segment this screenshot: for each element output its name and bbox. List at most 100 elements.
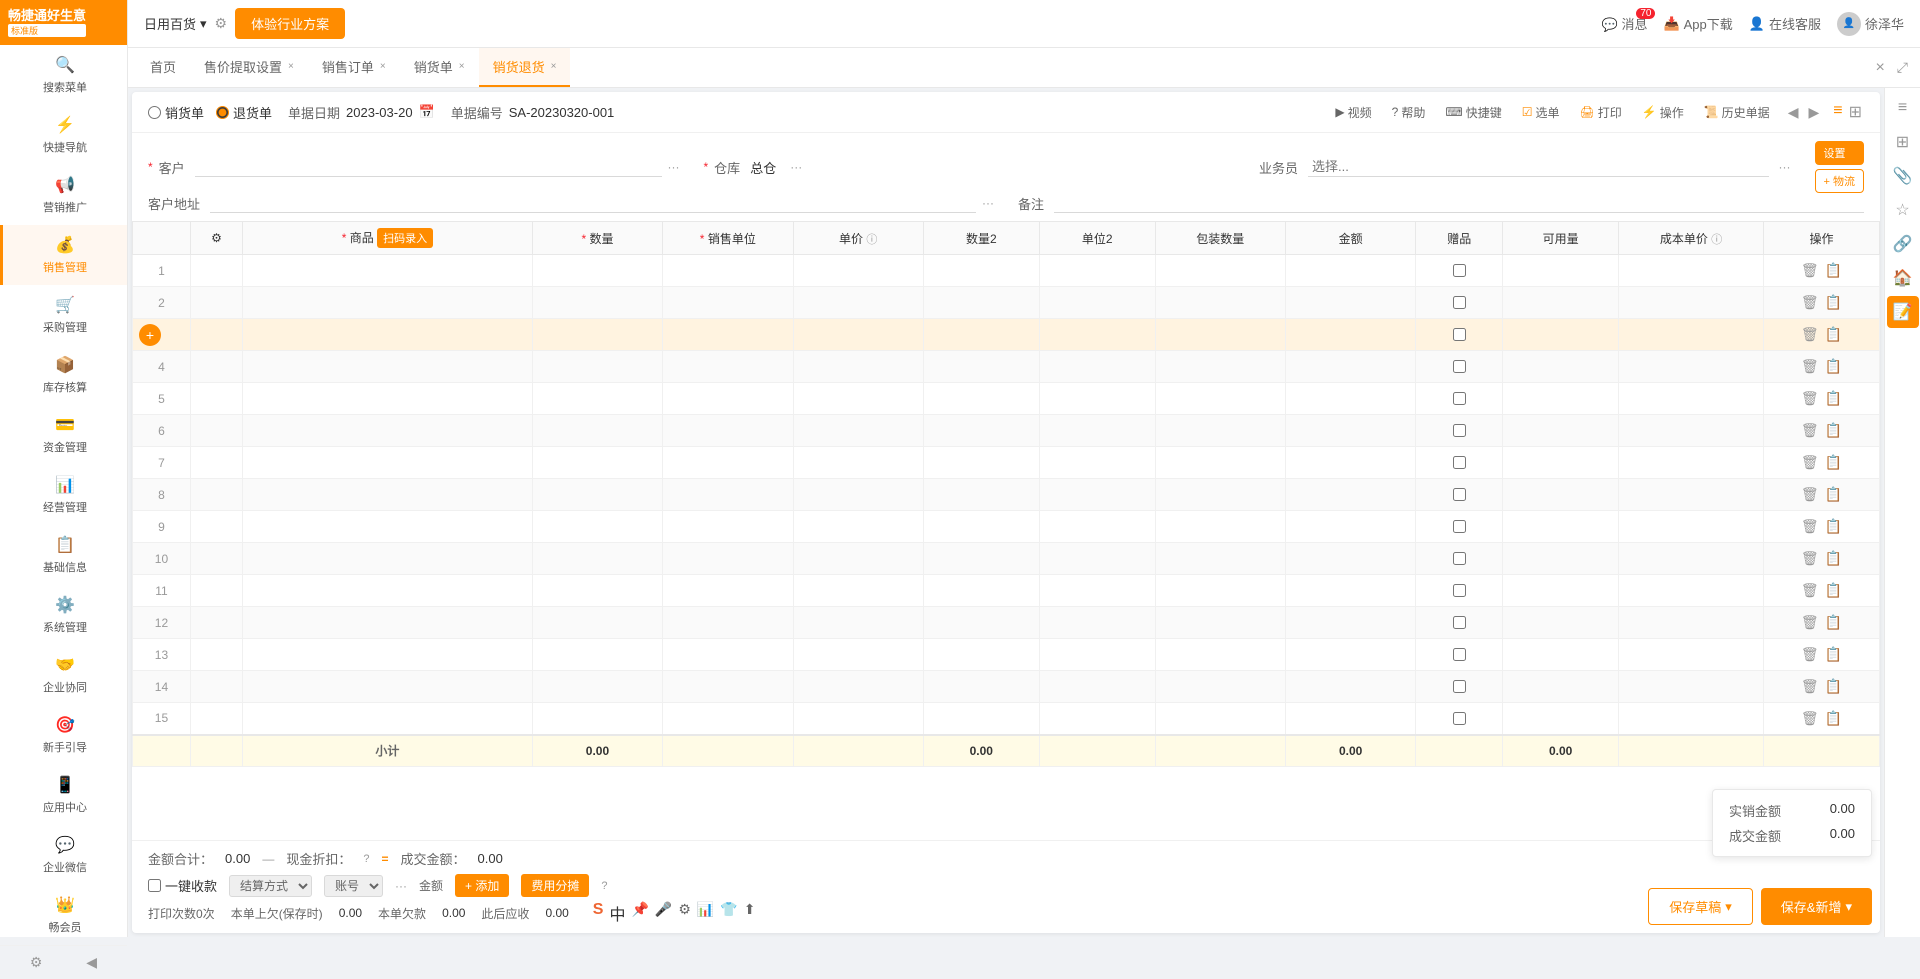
- gift-checkbox[interactable]: [1453, 488, 1466, 501]
- history-btn[interactable]: 📜 历史单据: [1698, 102, 1776, 123]
- gift-checkbox[interactable]: [1453, 712, 1466, 725]
- gift-checkbox[interactable]: [1453, 392, 1466, 405]
- delete-row-icon[interactable]: 🗑: [1801, 294, 1819, 311]
- copy-icon[interactable]: 📋: [1825, 454, 1842, 471]
- copy-icon[interactable]: 📋: [1825, 390, 1842, 407]
- copy-icon[interactable]: 📋: [1825, 358, 1842, 375]
- row-amount[interactable]: [1285, 319, 1415, 351]
- row-cost[interactable]: [1619, 255, 1764, 287]
- row-price[interactable]: [793, 287, 923, 319]
- sidebar-item-operations[interactable]: 📊 经营管理: [0, 465, 127, 525]
- copy-row-icon[interactable]: 📋: [1825, 326, 1842, 343]
- delete-icon[interactable]: 🗑: [1801, 614, 1819, 631]
- row-qty[interactable]: [532, 319, 662, 351]
- row-goods[interactable]: [243, 255, 533, 287]
- prev-arrow[interactable]: ◀: [1784, 102, 1803, 123]
- topbar-gear-icon[interactable]: ⚙: [215, 15, 228, 32]
- delete-icon[interactable]: 🗑: [1801, 518, 1819, 535]
- maximize-icon[interactable]: ⤢: [1893, 59, 1912, 76]
- delete-row-icon[interactable]: 🗑: [1801, 262, 1819, 279]
- next-arrow[interactable]: ▶: [1804, 102, 1823, 123]
- delete-icon[interactable]: 🗑: [1801, 422, 1819, 439]
- account-dots[interactable]: ···: [395, 879, 407, 893]
- row-unit[interactable]: [663, 255, 793, 287]
- delete-icon[interactable]: 🗑: [1801, 390, 1819, 407]
- tab-close-icon[interactable]: ×: [459, 61, 465, 72]
- row-qty2[interactable]: [923, 255, 1039, 287]
- row-unit2[interactable]: [1039, 319, 1155, 351]
- app-download-btn[interactable]: 📥 App下载: [1663, 14, 1732, 33]
- gift-checkbox[interactable]: [1453, 456, 1466, 469]
- copy-icon[interactable]: 📋: [1825, 646, 1842, 663]
- tab-close-icon[interactable]: ×: [551, 61, 557, 72]
- goods-input[interactable]: [249, 328, 526, 342]
- tab-sales-delivery[interactable]: 销货单 ×: [400, 48, 479, 87]
- add-btn[interactable]: + 添加: [455, 874, 509, 897]
- row-qty[interactable]: [532, 287, 662, 319]
- row-unit2[interactable]: [1039, 287, 1155, 319]
- gift-checkbox[interactable]: [1453, 552, 1466, 565]
- operate-btn[interactable]: ⚡ 操作: [1636, 102, 1690, 123]
- link-icon-btn[interactable]: 🔗: [1887, 228, 1919, 260]
- radio-sales-input[interactable]: [148, 106, 161, 119]
- settings-bottom-icon[interactable]: ⚙: [30, 954, 43, 971]
- gift-checkbox[interactable]: [1453, 680, 1466, 693]
- gift-checkbox[interactable]: [1453, 264, 1466, 277]
- row-cost[interactable]: [1619, 319, 1764, 351]
- sidebar-item-guide[interactable]: 🎯 新手引导: [0, 705, 127, 765]
- sidebar-item-shortcuts[interactable]: ⚡ 快捷导航: [0, 105, 127, 165]
- delete-row-icon[interactable]: 🗑: [1801, 326, 1819, 343]
- split-help-icon[interactable]: ?: [601, 880, 607, 892]
- one-click-checkbox[interactable]: [148, 879, 161, 892]
- price-help-icon[interactable]: ⓘ: [866, 234, 877, 246]
- gift-checkbox[interactable]: [1453, 328, 1466, 341]
- video-btn[interactable]: ▶ 视频: [1329, 102, 1377, 123]
- remark-input[interactable]: [1054, 193, 1864, 213]
- sidebar-item-member[interactable]: 👑 畅会员: [0, 885, 127, 945]
- copy-icon[interactable]: 📋: [1825, 422, 1842, 439]
- row-avail[interactable]: [1503, 319, 1619, 351]
- row-unit2[interactable]: [1039, 255, 1155, 287]
- radio-return-input[interactable]: [216, 106, 229, 119]
- scan-input-btn[interactable]: 扫码录入: [377, 228, 433, 248]
- copy-row-icon[interactable]: 📋: [1825, 294, 1842, 311]
- sidebar-item-inventory[interactable]: 📦 库存核算: [0, 345, 127, 405]
- warehouse-select-dots[interactable]: ···: [790, 160, 802, 174]
- row-gift[interactable]: [1416, 319, 1503, 351]
- gift-checkbox[interactable]: [1453, 584, 1466, 597]
- shortcut-btn[interactable]: ⌨ 快捷键: [1439, 102, 1507, 123]
- select-btn[interactable]: ☑ 选单: [1516, 102, 1566, 123]
- print-btn[interactable]: 🖨 打印: [1574, 102, 1628, 123]
- sidebar-item-enterprise[interactable]: 🤝 企业协同: [0, 645, 127, 705]
- row-pkg[interactable]: [1155, 319, 1285, 351]
- sidebar-item-search[interactable]: 🔍 搜索菜单: [0, 45, 127, 105]
- add-row-btn[interactable]: +: [139, 324, 161, 346]
- row-pkg[interactable]: [1155, 255, 1285, 287]
- delete-icon[interactable]: 🗑: [1801, 678, 1819, 695]
- row-avail[interactable]: [1503, 287, 1619, 319]
- one-click-label[interactable]: 一键收款: [148, 876, 217, 895]
- address-dots[interactable]: ···: [982, 196, 994, 210]
- col-gear[interactable]: ⚙: [190, 222, 242, 255]
- user-profile[interactable]: 👤 徐泽华: [1837, 12, 1904, 36]
- copy-icon[interactable]: 📋: [1825, 582, 1842, 599]
- save-new-btn[interactable]: 保存&新增 ▾: [1761, 888, 1872, 925]
- settlement-select[interactable]: 结算方式: [229, 875, 312, 897]
- sidebar-item-purchase[interactable]: 🛒 采购管理: [0, 285, 127, 345]
- row-pkg[interactable]: [1155, 287, 1285, 319]
- tab-home[interactable]: 首页: [136, 48, 190, 87]
- save-draft-btn[interactable]: 保存草稿 ▾: [1648, 888, 1753, 925]
- gift-checkbox[interactable]: [1453, 616, 1466, 629]
- delete-icon[interactable]: 🗑: [1801, 582, 1819, 599]
- copy-icon[interactable]: 📋: [1825, 678, 1842, 695]
- delete-icon[interactable]: 🗑: [1801, 454, 1819, 471]
- close-tab-icon[interactable]: ×: [1871, 59, 1888, 77]
- sidebar-item-system[interactable]: ⚙️ 系统管理: [0, 585, 127, 645]
- list-view-icon-btn[interactable]: ≡: [1887, 92, 1919, 124]
- tab-sales-return[interactable]: 销货退货 ×: [479, 48, 571, 87]
- row-unit[interactable]: [663, 287, 793, 319]
- tab-price-settings[interactable]: 售价提取设置 ×: [190, 48, 308, 87]
- log-icon-btn[interactable]: 📝: [1887, 296, 1919, 328]
- customer-input[interactable]: [195, 157, 662, 177]
- sidebar-item-basic-info[interactable]: 📋 基础信息: [0, 525, 127, 585]
